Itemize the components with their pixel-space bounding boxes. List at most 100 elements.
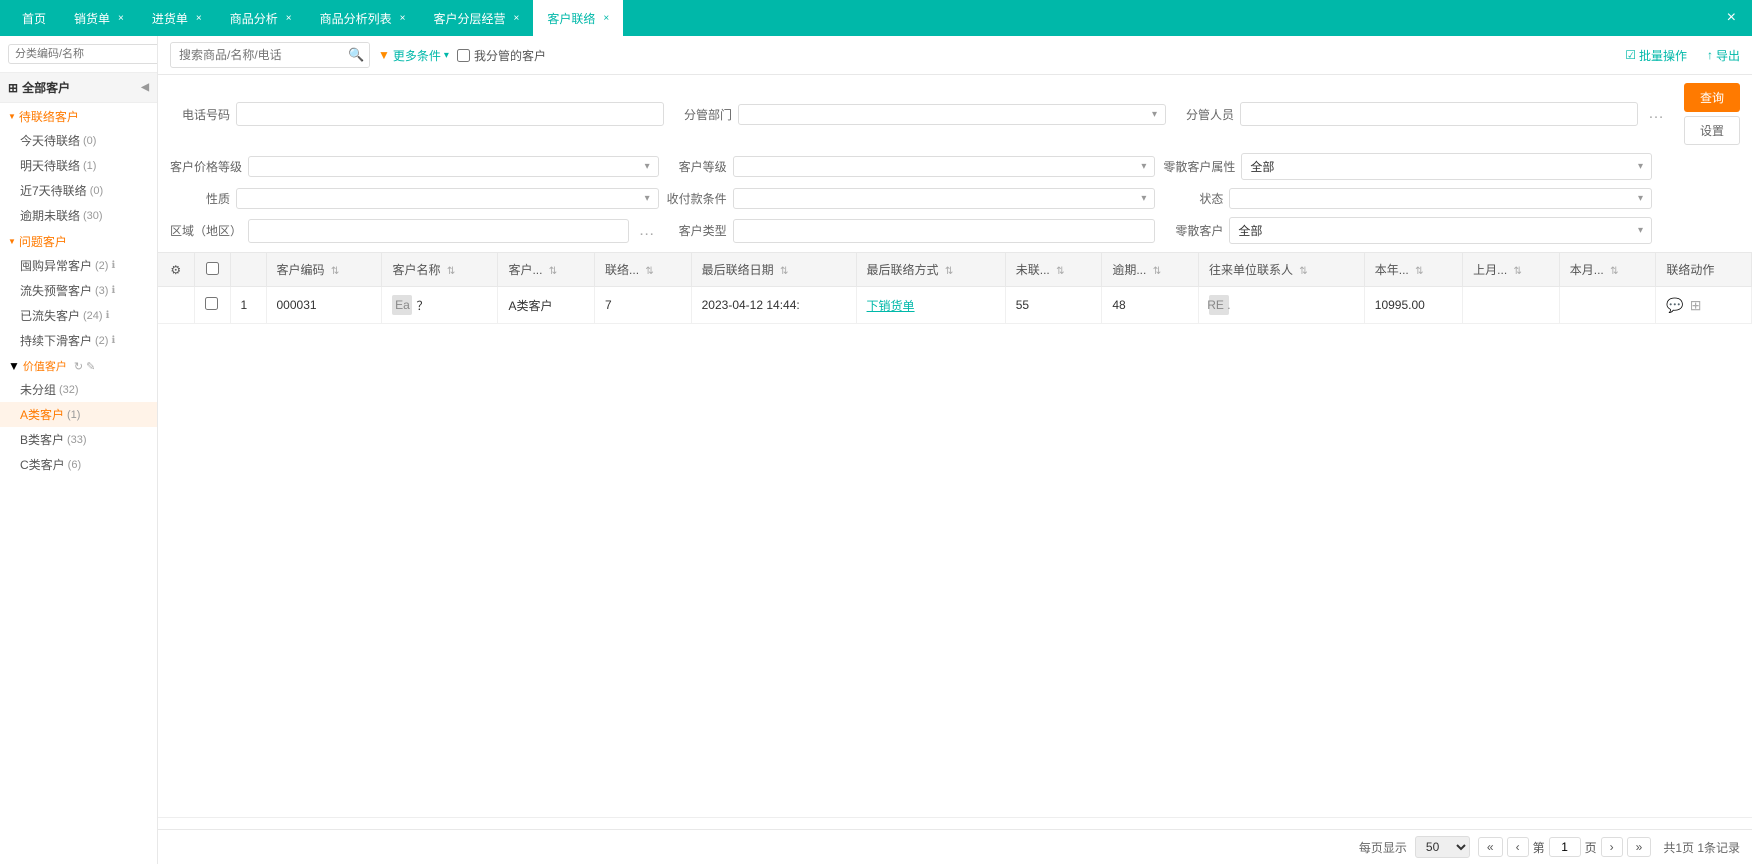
- my-customers-check-input[interactable]: [457, 49, 470, 62]
- refresh-icon[interactable]: ↻: [74, 360, 83, 373]
- contact-person-sort-icon[interactable]: ⇅: [1299, 266, 1307, 277]
- content-area: 🔍 ▼ 更多条件 ▾ 我分管的客户 ☑ 批量操作 ↑ 导出: [158, 36, 1752, 864]
- sidebar-item-overdue[interactable]: 逾期未联络 (30): [0, 203, 157, 228]
- select-all-checkbox[interactable]: [206, 262, 219, 275]
- region-more-icon[interactable]: …: [635, 222, 659, 240]
- payment-label: 收付款条件: [667, 190, 727, 207]
- batch-operation-button[interactable]: ☑ 批量操作: [1625, 47, 1687, 64]
- page-total: 共1页 1条记录: [1663, 839, 1740, 856]
- first-page-button[interactable]: «: [1478, 837, 1503, 857]
- filter-bar: 🔍 ▼ 更多条件 ▾ 我分管的客户 ☑ 批量操作 ↑ 导出: [158, 36, 1752, 75]
- close-analysis-list-tab-icon[interactable]: ×: [400, 13, 406, 24]
- retail-attr-dropdown-icon: ▾: [1638, 161, 1643, 172]
- overdue-sort-icon[interactable]: ⇅: [1153, 266, 1161, 277]
- customer-type-input[interactable]: [733, 219, 1156, 243]
- export-button[interactable]: ↑ 导出: [1707, 47, 1740, 64]
- retail-attr-label: 零散客户属性: [1163, 158, 1235, 175]
- search-button[interactable]: 🔍: [342, 43, 370, 67]
- nav-item-customer-segment[interactable]: 客户分层经营 ×: [419, 0, 533, 36]
- dept-select[interactable]: ▾: [738, 104, 1166, 125]
- customer-tier-select[interactable]: ▾: [733, 156, 1156, 177]
- last-method-sort-icon[interactable]: ⇅: [945, 266, 953, 277]
- this-month-sort-icon[interactable]: ⇅: [1610, 266, 1618, 277]
- last-month-sort-icon[interactable]: ⇅: [1514, 266, 1522, 277]
- last-page-button[interactable]: »: [1627, 837, 1652, 857]
- row-checkbox[interactable]: [205, 297, 218, 310]
- sidebar-item-unclassified[interactable]: 未分组 (32): [0, 377, 157, 402]
- page-size-select[interactable]: 50 10 20 100: [1415, 836, 1470, 858]
- nav-item-home[interactable]: 首页: [8, 0, 60, 36]
- this-month-column-header: 本月... ⇅: [1559, 253, 1656, 287]
- my-customers-checkbox[interactable]: 我分管的客户: [457, 47, 546, 64]
- next-page-button[interactable]: ›: [1601, 837, 1623, 857]
- close-all-button[interactable]: ×: [1719, 9, 1744, 27]
- edit-icon[interactable]: ✎: [86, 360, 95, 373]
- dept-label: 分管部门: [672, 106, 732, 123]
- sidebar-item-churn-warning[interactable]: 流失预警客户 (3) ℹ: [0, 278, 157, 303]
- chat-icon[interactable]: 💬: [1666, 297, 1683, 314]
- qr-icon[interactable]: ⊞: [1690, 297, 1702, 314]
- manager-more-icon[interactable]: …: [1644, 105, 1668, 123]
- sidebar-item-declining[interactable]: 持续下滑客户 (2) ℹ: [0, 328, 157, 353]
- phone-input[interactable]: [236, 102, 664, 126]
- last-date-sort-icon[interactable]: ⇅: [780, 266, 788, 277]
- gear-icon[interactable]: ⚙: [170, 263, 181, 277]
- search-input[interactable]: [171, 44, 342, 66]
- sidebar-item-class-a[interactable]: A类客户 (1): [0, 402, 157, 427]
- contact-person-avatar: RE .: [1209, 295, 1229, 315]
- info-icon-3: ℹ: [106, 310, 110, 321]
- retail-customer-select[interactable]: 全部 ▾: [1229, 217, 1652, 244]
- row-check: [194, 287, 230, 324]
- close-contact-tab-icon[interactable]: ×: [603, 13, 609, 24]
- action-column-header: 联络动作: [1656, 253, 1752, 287]
- sidebar-item-class-c[interactable]: C类客户 (6): [0, 452, 157, 477]
- close-sales-tab-icon[interactable]: ×: [118, 13, 124, 24]
- table-row: 1 000031 Ea ？ A类客户 7 2023-04: [158, 287, 1752, 324]
- retail-attr-select[interactable]: 全部 ▾: [1241, 153, 1652, 180]
- nav-item-sales[interactable]: 销货单 ×: [60, 0, 138, 36]
- row-last-contact-date: 2023-04-12 14:44:: [691, 287, 856, 324]
- settings-button[interactable]: 设置: [1684, 116, 1740, 145]
- close-segment-tab-icon[interactable]: ×: [513, 13, 519, 24]
- payment-select[interactable]: ▾: [733, 188, 1156, 209]
- query-button[interactable]: 查询: [1684, 83, 1740, 112]
- horizontal-scrollbar[interactable]: [158, 817, 1752, 829]
- last-contact-method-link[interactable]: 下销货单: [867, 299, 915, 313]
- contact-sort-icon[interactable]: ⇅: [645, 266, 653, 277]
- sidebar-item-class-b[interactable]: B类客户 (33): [0, 427, 157, 452]
- nav-item-customer-contact[interactable]: 客户联络 ×: [533, 0, 623, 36]
- status-select[interactable]: ▾: [1229, 188, 1652, 209]
- export-icon: ↑: [1707, 48, 1713, 62]
- status-label: 状态: [1163, 190, 1223, 207]
- info-icon-1: ℹ: [111, 260, 115, 271]
- problem-customers-label[interactable]: ▼ 问题客户: [0, 228, 157, 253]
- nav-item-analysis-list[interactable]: 商品分析列表 ×: [306, 0, 420, 36]
- manager-input[interactable]: [1240, 102, 1638, 126]
- nav-item-analysis[interactable]: 商品分析 ×: [216, 0, 306, 36]
- retail-customer-label: 零散客户: [1163, 222, 1223, 239]
- nav-item-purchase[interactable]: 进货单 ×: [138, 0, 216, 36]
- num-column-header: [230, 253, 266, 287]
- more-conditions-button[interactable]: ▼ 更多条件 ▾: [378, 47, 449, 64]
- sidebar-item-churned[interactable]: 已流失客户 (24) ℹ: [0, 303, 157, 328]
- nature-select[interactable]: ▾: [236, 188, 659, 209]
- price-tier-select[interactable]: ▾: [248, 156, 659, 177]
- sidebar-item-today[interactable]: 今天待联络 (0): [0, 128, 157, 153]
- region-input[interactable]: [248, 219, 629, 243]
- prev-page-button[interactable]: ‹: [1507, 837, 1529, 857]
- code-sort-icon[interactable]: ⇅: [331, 266, 339, 277]
- sidebar-search-input[interactable]: [8, 44, 158, 64]
- name-sort-icon[interactable]: ⇅: [447, 266, 455, 277]
- close-purchase-tab-icon[interactable]: ×: [196, 13, 202, 24]
- page-number-input[interactable]: [1549, 837, 1581, 857]
- sidebar-item-stockpile[interactable]: 囤购异常客户 (2) ℹ: [0, 253, 157, 278]
- type-sort-icon[interactable]: ⇅: [549, 266, 557, 277]
- close-analysis-tab-icon[interactable]: ×: [286, 13, 292, 24]
- contact-count-column-header: 联络... ⇅: [595, 253, 692, 287]
- pending-contact-group-label[interactable]: ▼ 待联络客户: [0, 103, 157, 128]
- this-year-sort-icon[interactable]: ⇅: [1415, 266, 1423, 277]
- sidebar-item-tomorrow[interactable]: 明天待联络 (1): [0, 153, 157, 178]
- all-customers-header[interactable]: ⊞ 全部客户 ◀: [0, 73, 157, 103]
- not-contacted-sort-icon[interactable]: ⇅: [1056, 266, 1064, 277]
- sidebar-item-7days[interactable]: 近7天待联络 (0): [0, 178, 157, 203]
